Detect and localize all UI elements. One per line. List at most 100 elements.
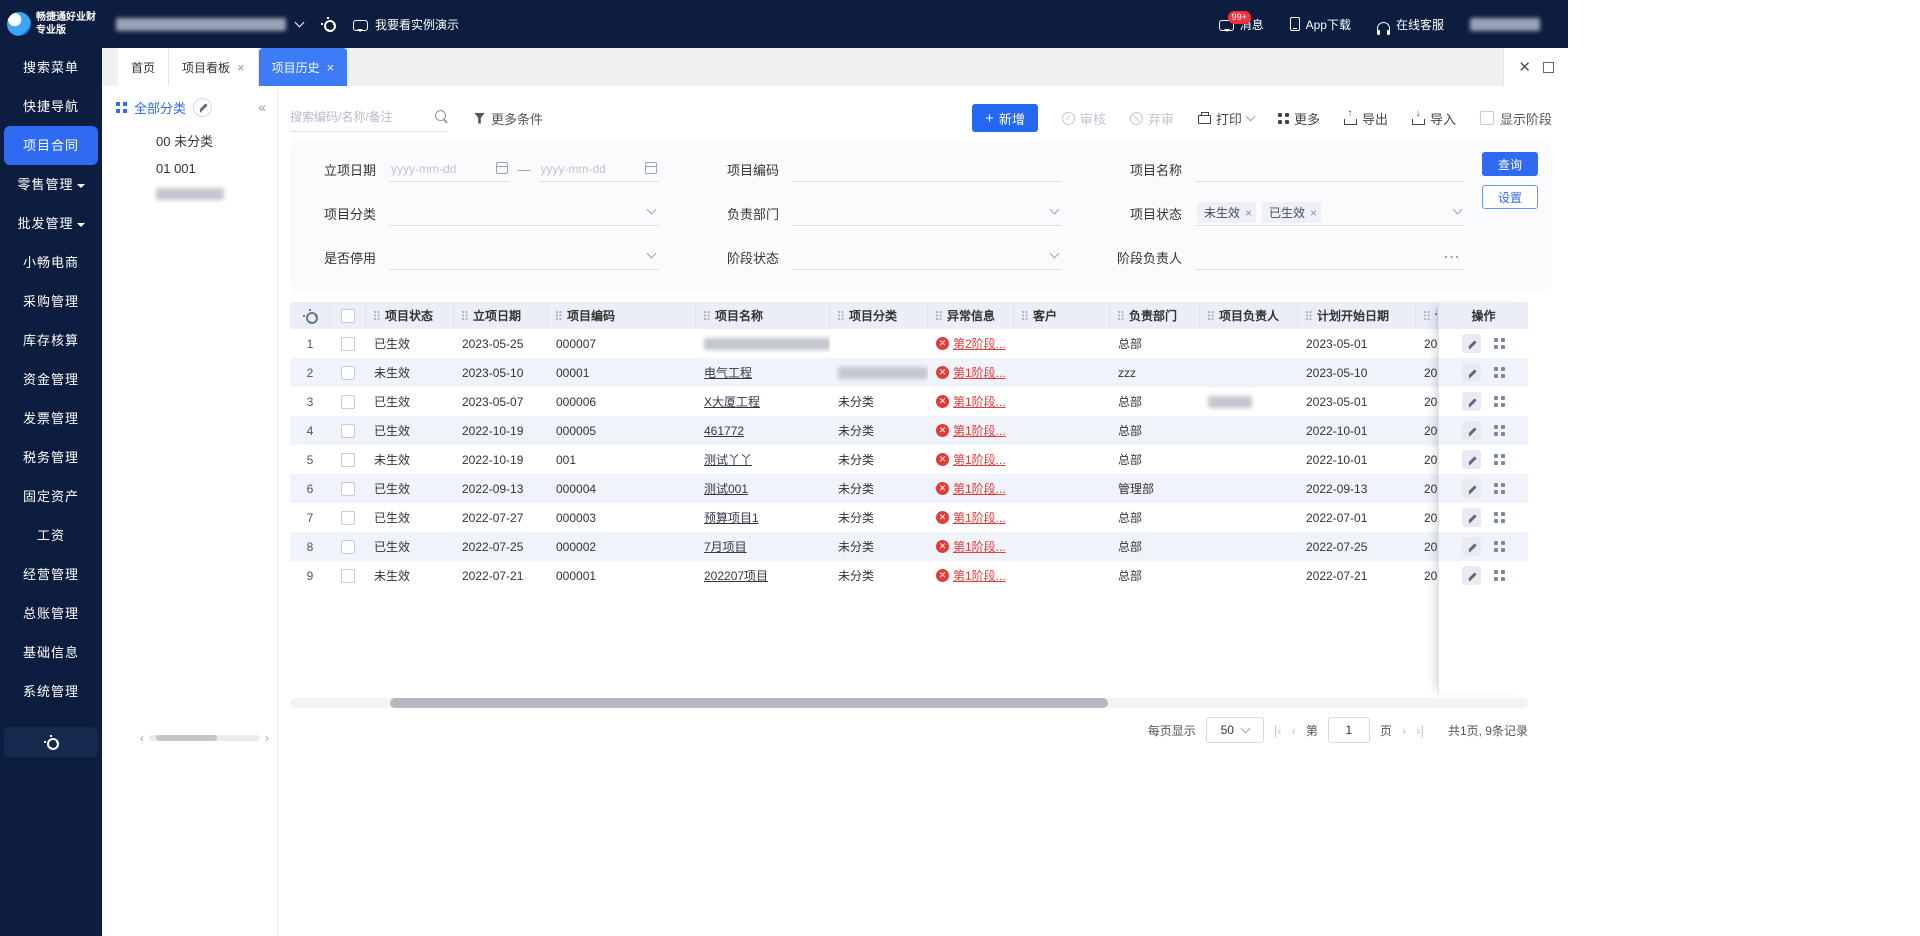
row-checkbox-cell[interactable] xyxy=(330,416,366,445)
row-checkbox-cell[interactable] xyxy=(330,561,366,590)
edit-row-button[interactable] xyxy=(1462,508,1481,527)
name-cell[interactable]: X大厦工程 xyxy=(696,387,830,416)
error-link[interactable]: 第1阶段... xyxy=(953,480,1006,497)
search-icon[interactable] xyxy=(435,110,448,123)
row-grid-actions-icon[interactable] xyxy=(1494,541,1505,552)
project-name-link[interactable]: 电气工程 xyxy=(704,364,752,381)
name-cell[interactable]: 预算项目1 xyxy=(696,503,830,532)
row-checkbox-cell[interactable] xyxy=(330,329,366,358)
column-header[interactable]: 项目状态 xyxy=(366,302,454,329)
stage-status-select[interactable] xyxy=(792,244,1062,270)
first-page-button[interactable]: |‹ xyxy=(1274,723,1282,738)
error-cell[interactable]: ✕ 第1阶段... xyxy=(928,358,1014,387)
sidebar-item[interactable]: 经营管理 xyxy=(0,555,102,594)
category-item[interactable]: 00 未分类 xyxy=(102,128,277,155)
category-scroll-track[interactable] xyxy=(149,735,260,741)
calendar-icon[interactable] xyxy=(495,162,508,174)
audit-button[interactable]: ✓ 审核 xyxy=(1061,109,1106,128)
next-page-button[interactable]: › xyxy=(1402,723,1406,738)
sidebar-item[interactable]: 项目合同 xyxy=(4,126,98,165)
row-checkbox-cell[interactable] xyxy=(330,358,366,387)
more-conditions-button[interactable]: 更多条件 xyxy=(474,109,543,128)
org-select[interactable] xyxy=(116,17,305,31)
sidebar-item[interactable]: 资金管理 xyxy=(0,360,102,399)
category-item[interactable] xyxy=(102,182,277,209)
sidebar-item[interactable]: 小畅电商 xyxy=(0,243,102,282)
row-checkbox[interactable] xyxy=(341,510,355,525)
sidebar-item[interactable]: 零售管理 xyxy=(0,165,102,204)
row-grid-actions-icon[interactable] xyxy=(1494,367,1505,378)
sidebar-item[interactable]: 批发管理 xyxy=(0,204,102,243)
scroll-right-icon[interactable]: › xyxy=(265,732,269,744)
sidebar-item[interactable]: 税务管理 xyxy=(0,438,102,477)
project-name-link[interactable]: 测试001 xyxy=(704,480,748,497)
row-checkbox-cell[interactable] xyxy=(330,387,366,416)
error-cell[interactable]: ✕ 第2阶段... xyxy=(928,329,1014,358)
error-link[interactable]: 第1阶段... xyxy=(953,451,1006,468)
row-checkbox-cell[interactable] xyxy=(330,503,366,532)
project-name-input[interactable] xyxy=(1195,156,1465,181)
table-row[interactable]: 5 未生效 2022-10-19 001 测试丫丫 未分类 ✕ 第1阶段... 总部 2022-1… xyxy=(290,445,1438,474)
query-button[interactable]: 查询 xyxy=(1482,152,1538,176)
row-checkbox[interactable] xyxy=(341,394,355,409)
row-grid-actions-icon[interactable] xyxy=(1494,570,1505,581)
row-checkbox-cell[interactable] xyxy=(330,445,366,474)
error-cell[interactable]: ✕ 第1阶段... xyxy=(928,416,1014,445)
table-row[interactable]: 7 已生效 2022-07-27 000003 预算项目1 未分类 ✕ 第1阶段... 总部 20… xyxy=(290,503,1438,532)
project-code-input[interactable] xyxy=(792,156,1062,181)
date-to-field[interactable] xyxy=(538,161,659,176)
add-button[interactable]: + 新增 xyxy=(972,104,1038,132)
category-scroll-thumb[interactable] xyxy=(155,735,217,741)
row-checkbox[interactable] xyxy=(341,539,355,554)
row-grid-actions-icon[interactable] xyxy=(1494,483,1505,494)
date-to-input[interactable] xyxy=(538,156,659,182)
project-name-link[interactable]: 202207项目 xyxy=(704,567,768,584)
sidebar-settings-button[interactable] xyxy=(4,727,98,757)
close-icon[interactable]: × xyxy=(237,61,245,74)
table-row[interactable]: 6 已生效 2022-09-13 000004 测试001 未分类 ✕ 第1阶段... 管理部 2… xyxy=(290,474,1438,503)
edit-row-button[interactable] xyxy=(1462,479,1481,498)
error-link[interactable]: 第1阶段... xyxy=(953,567,1006,584)
column-header[interactable]: 计 xyxy=(1416,302,1438,329)
close-all-tabs-icon[interactable]: ✕ xyxy=(1518,60,1531,75)
column-header[interactable]: 项目编码 xyxy=(548,302,696,329)
close-icon[interactable]: × xyxy=(1245,207,1252,219)
error-cell[interactable]: ✕ 第1阶段... xyxy=(928,532,1014,561)
calendar-icon[interactable] xyxy=(645,162,657,174)
sidebar-item[interactable]: 采购管理 xyxy=(0,282,102,321)
show-stage-checkbox[interactable]: 显示阶段 xyxy=(1479,109,1552,128)
page-input[interactable] xyxy=(1327,717,1370,743)
prev-page-button[interactable]: ‹ xyxy=(1292,723,1296,738)
edit-row-button[interactable] xyxy=(1462,421,1481,440)
settings-button[interactable]: 设置 xyxy=(1482,185,1538,209)
name-cell[interactable] xyxy=(696,329,830,358)
import-button[interactable]: 导入 xyxy=(1411,108,1456,128)
per-page-select[interactable]: 50 xyxy=(1205,717,1264,743)
error-cell[interactable]: ✕ 第1阶段... xyxy=(928,387,1014,416)
scroll-left-icon[interactable]: ‹ xyxy=(140,732,144,744)
row-grid-actions-icon[interactable] xyxy=(1494,338,1505,349)
horizontal-scrollbar[interactable] xyxy=(290,698,1528,708)
online-service-button[interactable]: 在线客服 xyxy=(1376,16,1444,35)
sidebar-item[interactable]: 系统管理 xyxy=(0,672,102,711)
table-row[interactable]: 3 已生效 2023-05-07 000006 X大厦工程 未分类 ✕ 第1阶段... 总部 20… xyxy=(290,387,1438,416)
ellipsis-picker-icon[interactable]: ... xyxy=(1444,246,1461,261)
error-link[interactable]: 第2阶段... xyxy=(953,335,1006,352)
edit-row-button[interactable] xyxy=(1462,392,1481,411)
row-grid-actions-icon[interactable] xyxy=(1494,512,1505,523)
table-row[interactable]: 2 未生效 2023-05-10 00001 电气工程 ✕ 第1阶段... zzz 2023-0… xyxy=(290,358,1438,387)
column-header[interactable]: 立项日期 xyxy=(454,302,548,329)
table-row[interactable]: 8 已生效 2022-07-25 000002 7月项目 未分类 ✕ 第1阶段... 总部 202… xyxy=(290,532,1438,561)
table-row[interactable]: 4 已生效 2022-10-19 000005 461772 未分类 ✕ 第1阶段... 总部 2… xyxy=(290,416,1438,445)
column-header[interactable]: 项目分类 xyxy=(830,302,928,329)
collapse-panel-button[interactable]: « xyxy=(255,99,269,115)
sidebar-item[interactable]: 发票管理 xyxy=(0,399,102,438)
row-grid-actions-icon[interactable] xyxy=(1494,454,1505,465)
row-grid-actions-icon[interactable] xyxy=(1494,396,1505,407)
name-cell[interactable]: 202207项目 xyxy=(696,561,830,590)
column-header[interactable]: 计划开始日期 xyxy=(1298,302,1416,329)
row-checkbox-cell[interactable] xyxy=(330,474,366,503)
error-link[interactable]: 第1阶段... xyxy=(953,393,1006,410)
edit-row-button[interactable] xyxy=(1462,537,1481,556)
export-button[interactable]: 导出 xyxy=(1343,108,1388,128)
